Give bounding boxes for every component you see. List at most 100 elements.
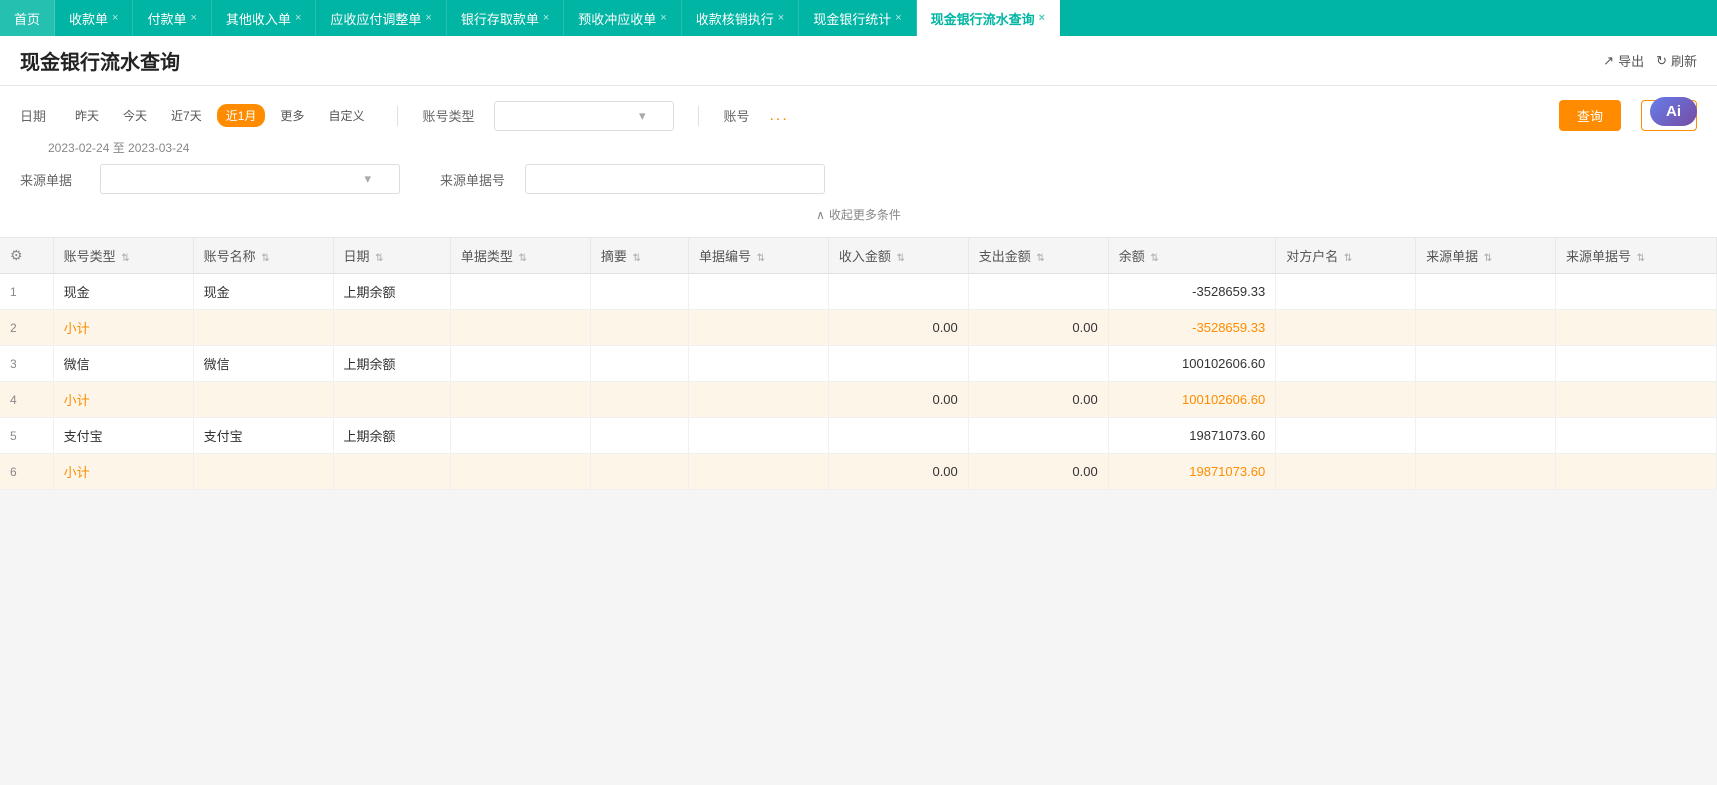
table-row[interactable]: 6小计0.000.0019871073.60 [0, 454, 1717, 490]
export-button[interactable]: ↗ 导出 [1603, 51, 1644, 70]
table-cell [828, 418, 968, 454]
table-cell [450, 346, 590, 382]
close-icon[interactable]: × [425, 12, 431, 24]
header-actions: ↗ 导出 ↻ 刷新 [1603, 51, 1697, 70]
sort-icon: ⇅ [261, 253, 269, 264]
refresh-icon: ↻ [1656, 53, 1667, 69]
col-income[interactable]: 收入金额 ⇅ [828, 238, 968, 274]
table-cell [450, 454, 590, 490]
nav-cashflow[interactable]: 现金银行流水查询 × [917, 0, 1060, 36]
refresh-button[interactable]: ↻ 刷新 [1656, 51, 1697, 70]
source-doc-no-input[interactable] [525, 164, 825, 194]
col-source-doc[interactable]: 来源单据 ⇅ [1416, 238, 1556, 274]
nav-stats[interactable]: 现金银行统计 × [799, 0, 916, 36]
table-cell: 0.00 [968, 382, 1108, 418]
table-cell: 0.00 [968, 310, 1108, 346]
table-cell: 支付宝 [53, 418, 193, 454]
table-cell [1276, 274, 1416, 310]
table-cell [450, 274, 590, 310]
table-cell [450, 310, 590, 346]
close-icon[interactable]: × [295, 12, 301, 24]
account-type-select[interactable]: ▾ [494, 101, 674, 131]
table-cell: 4 [0, 382, 53, 418]
table-cell [968, 274, 1108, 310]
table-cell [1556, 274, 1717, 310]
col-account-name[interactable]: 账号名称 ⇅ [193, 238, 333, 274]
table-cell [1416, 382, 1556, 418]
gear-icon[interactable]: ⚙ [10, 247, 23, 263]
table-cell [333, 310, 450, 346]
close-icon[interactable]: × [1039, 12, 1045, 24]
sort-icon: ⇅ [1637, 253, 1645, 264]
date-label: 日期 [20, 106, 46, 125]
close-icon[interactable]: × [543, 12, 549, 24]
nav-other-income[interactable]: 其他收入单 × [212, 0, 316, 36]
filter-row-2: 来源单据 ▾ 来源单据号 [20, 164, 1697, 194]
nav-prepay[interactable]: 预收冲应收单 × [564, 0, 681, 36]
table-cell [450, 382, 590, 418]
collapse-bar[interactable]: ∧ 收起更多条件 [20, 202, 1697, 227]
nav-home[interactable]: 首页 [0, 0, 55, 36]
table-cell [590, 418, 688, 454]
table-cell: 支付宝 [193, 418, 333, 454]
close-icon[interactable]: × [895, 12, 901, 24]
col-gear[interactable]: ⚙ [0, 238, 53, 274]
nav-payments[interactable]: 付款单 × [133, 0, 211, 36]
source-doc-select[interactable]: ▾ [100, 164, 400, 194]
date-1month[interactable]: 近1月 [217, 104, 266, 127]
col-expense[interactable]: 支出金额 ⇅ [968, 238, 1108, 274]
sort-icon: ⇅ [1036, 253, 1044, 264]
table-cell [193, 454, 333, 490]
col-account-type[interactable]: 账号类型 ⇅ [53, 238, 193, 274]
filter-row-1: 日期 昨天 今天 近7天 近1月 更多 自定义 账号类型 ▾ 账号 ... 查询… [20, 100, 1697, 131]
chevron-up-icon: ∧ [816, 208, 825, 222]
chevron-down-icon: ▾ [364, 171, 371, 187]
nav-adjustment[interactable]: 应收应付调整单 × [316, 0, 446, 36]
col-balance[interactable]: 余额 ⇅ [1108, 238, 1275, 274]
export-icon: ↗ [1603, 53, 1614, 69]
source-doc-label: 来源单据 [20, 170, 72, 189]
table-row[interactable]: 4小计0.000.00100102606.60 [0, 382, 1717, 418]
col-summary[interactable]: 摘要 ⇅ [590, 238, 688, 274]
table-cell: 现金 [53, 274, 193, 310]
table-cell [1556, 310, 1717, 346]
account-dots[interactable]: ... [769, 107, 788, 125]
col-source-doc-no[interactable]: 来源单据号 ⇅ [1556, 238, 1717, 274]
col-doc-type[interactable]: 单据类型 ⇅ [450, 238, 590, 274]
table-cell: -3528659.33 [1108, 274, 1275, 310]
date-today[interactable]: 今天 [114, 104, 156, 127]
nav-verify[interactable]: 收款核销执行 × [682, 0, 799, 36]
table-cell: 上期余额 [333, 274, 450, 310]
table-cell [1416, 310, 1556, 346]
ai-badge[interactable]: Ai [1650, 97, 1697, 126]
nav-receipts[interactable]: 收款单 × [55, 0, 133, 36]
date-yesterday[interactable]: 昨天 [66, 104, 108, 127]
nav-bank-deposit[interactable]: 银行存取款单 × [447, 0, 564, 36]
sort-icon: ⇅ [1344, 253, 1352, 264]
col-date[interactable]: 日期 ⇅ [333, 238, 450, 274]
table-cell [688, 346, 828, 382]
close-icon[interactable]: × [778, 12, 784, 24]
sort-icon: ⇅ [757, 253, 765, 264]
table-cell: 100102606.60 [1108, 346, 1275, 382]
col-counterparty[interactable]: 对方户名 ⇅ [1276, 238, 1416, 274]
table-header-row: ⚙ 账号类型 ⇅ 账号名称 ⇅ 日期 ⇅ 单据类型 ⇅ 摘要 ⇅ 单据编号 ⇅ … [0, 238, 1717, 274]
table-row[interactable]: 5支付宝支付宝上期余额19871073.60 [0, 418, 1717, 454]
table-cell: 5 [0, 418, 53, 454]
table-cell [590, 310, 688, 346]
query-button[interactable]: 查询 [1559, 100, 1621, 131]
table-cell: 19871073.60 [1108, 454, 1275, 490]
date-custom[interactable]: 自定义 [319, 104, 373, 127]
table-row[interactable]: 2小计0.000.00-3528659.33 [0, 310, 1717, 346]
date-shortcuts: 昨天 今天 近7天 近1月 更多 自定义 [66, 104, 373, 127]
close-icon[interactable]: × [660, 12, 666, 24]
table-row[interactable]: 3微信微信上期余额100102606.60 [0, 346, 1717, 382]
date-more[interactable]: 更多 [271, 104, 313, 127]
date-7days[interactable]: 近7天 [162, 104, 211, 127]
table-cell [1276, 454, 1416, 490]
close-icon[interactable]: × [112, 12, 118, 24]
close-icon[interactable]: × [190, 12, 196, 24]
table-row[interactable]: 1现金现金上期余额-3528659.33 [0, 274, 1717, 310]
table-cell: 0.00 [828, 310, 968, 346]
col-doc-no[interactable]: 单据编号 ⇅ [688, 238, 828, 274]
